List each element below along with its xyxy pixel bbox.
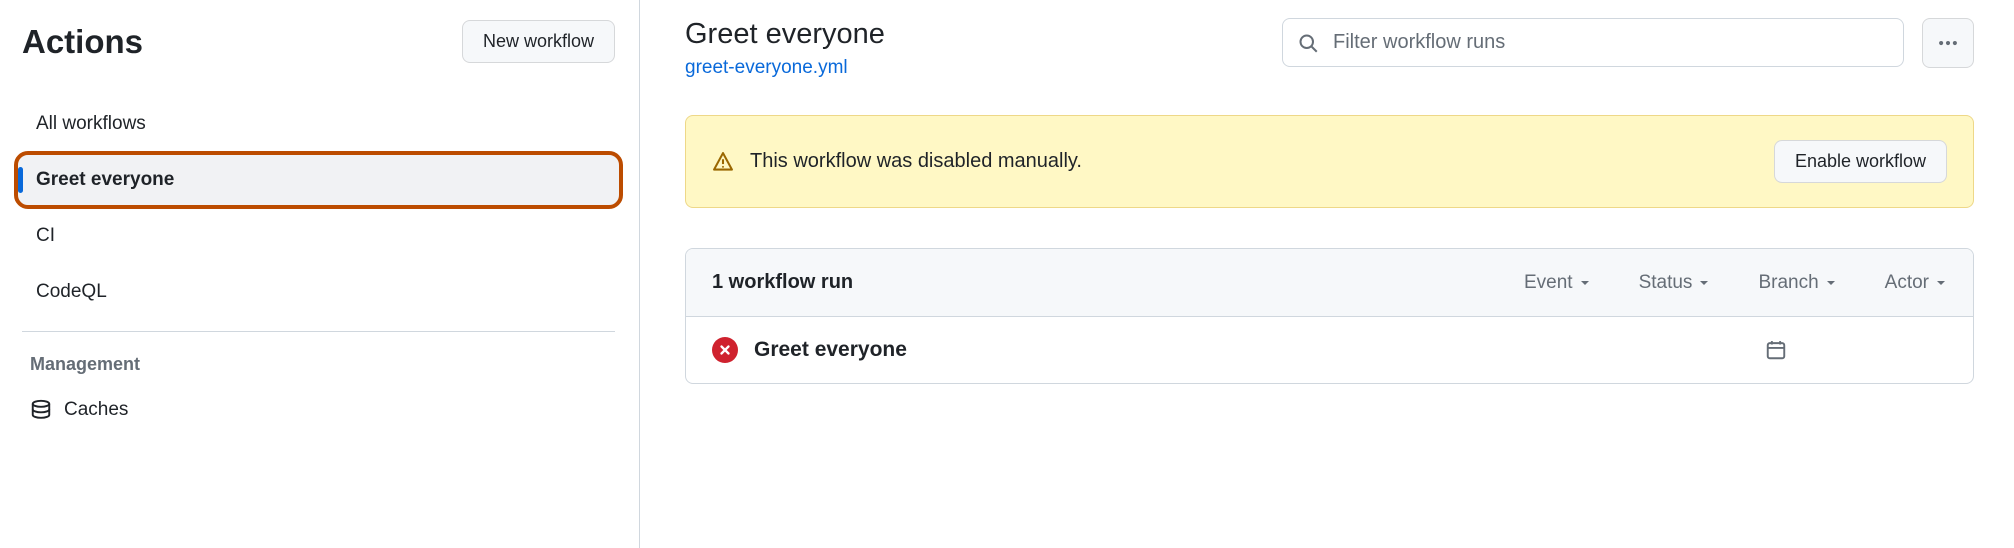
filter-status-button[interactable]: Status — [1639, 272, 1711, 294]
runs-count-label: 1 workflow run — [712, 271, 1524, 294]
calendar-icon — [1765, 339, 1787, 361]
warning-icon — [712, 151, 734, 173]
filter-label: Actor — [1885, 272, 1929, 294]
sidebar-item-label: Caches — [64, 399, 128, 421]
caret-down-icon — [1579, 277, 1591, 289]
enable-workflow-button[interactable]: Enable workflow — [1774, 140, 1947, 183]
sidebar-item-label: CI — [36, 225, 55, 246]
disabled-workflow-banner: This workflow was disabled manually. Ena… — [685, 115, 1974, 208]
filter-label: Status — [1639, 272, 1693, 294]
search-wrap — [1282, 18, 1904, 67]
sidebar-header: Actions New workflow — [18, 20, 619, 63]
sidebar-item-all-workflows[interactable]: All workflows — [18, 99, 619, 149]
divider — [22, 331, 615, 332]
filter-label: Branch — [1758, 272, 1818, 294]
new-workflow-button[interactable]: New workflow — [462, 20, 615, 63]
main-content: Greet everyone greet-everyone.yml — [640, 0, 2014, 548]
sidebar-item-codeql[interactable]: CodeQL — [18, 267, 619, 317]
sidebar: Actions New workflow All workflows Greet… — [0, 0, 640, 548]
workflow-runs-table: 1 workflow run Event Status Branch — [685, 248, 1974, 384]
sidebar-item-label: All workflows — [36, 113, 146, 134]
filter-label: Event — [1524, 272, 1573, 294]
sidebar-title: Actions — [22, 23, 143, 61]
caret-down-icon — [1825, 277, 1837, 289]
run-status-failed-icon — [712, 337, 738, 363]
more-options-button[interactable] — [1922, 18, 1974, 68]
caret-down-icon — [1698, 277, 1710, 289]
sidebar-item-caches[interactable]: Caches — [18, 389, 619, 431]
main-header: Greet everyone greet-everyone.yml — [685, 18, 1974, 79]
workflow-list: All workflows Greet everyone CI CodeQL — [18, 99, 619, 317]
run-row[interactable]: Greet everyone — [686, 317, 1973, 383]
sidebar-item-ci[interactable]: CI — [18, 211, 619, 261]
filter-branch-button[interactable]: Branch — [1758, 272, 1836, 294]
sidebar-item-greet-everyone[interactable]: Greet everyone — [18, 155, 619, 205]
search-icon — [1298, 33, 1318, 53]
run-title: Greet everyone — [754, 338, 1749, 362]
page-title: Greet everyone — [685, 18, 1264, 51]
filter-group: Event Status Branch Actor — [1524, 272, 1947, 294]
sidebar-item-label: Greet everyone — [36, 169, 174, 190]
filter-event-button[interactable]: Event — [1524, 272, 1591, 294]
filter-runs-input[interactable] — [1282, 18, 1904, 67]
workflow-file-link[interactable]: greet-everyone.yml — [685, 57, 848, 78]
management-section-label: Management — [18, 354, 619, 389]
title-block: Greet everyone greet-everyone.yml — [685, 18, 1264, 79]
runs-table-header: 1 workflow run Event Status Branch — [686, 249, 1973, 317]
sidebar-item-label: CodeQL — [36, 281, 107, 302]
caret-down-icon — [1935, 277, 1947, 289]
database-icon — [30, 399, 52, 421]
banner-message: This workflow was disabled manually. — [750, 150, 1758, 173]
kebab-icon — [1937, 32, 1959, 54]
filter-actor-button[interactable]: Actor — [1885, 272, 1947, 294]
